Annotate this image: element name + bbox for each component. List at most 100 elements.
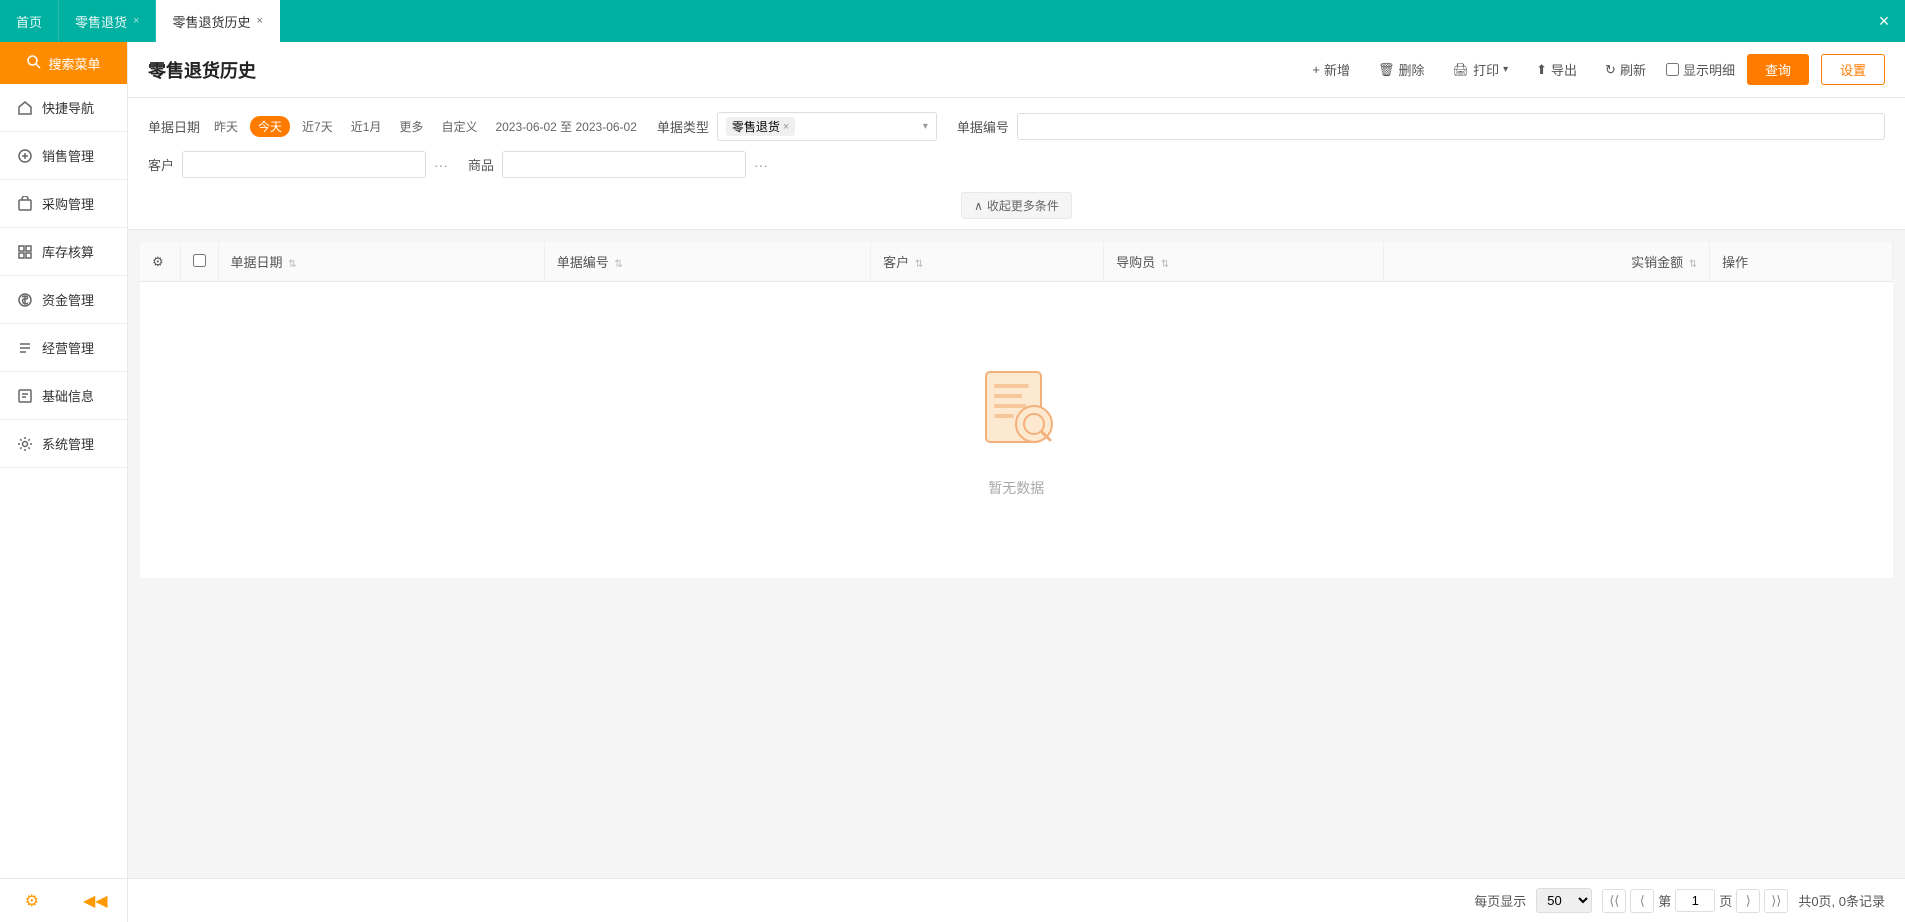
first-page-button[interactable]: ⟨⟨ <box>1602 889 1626 913</box>
last-page-button[interactable]: ⟩⟩ <box>1764 889 1788 913</box>
doc-no-input[interactable] <box>1017 113 1885 140</box>
page-header: 零售退货历史 + 新增 🗑 删除 🖨 打印 ▾ ⬆ 导出 <box>128 42 1905 98</box>
tab-retail-return-history[interactable]: 零售退货历史 × <box>156 0 279 42</box>
date-btn-today[interactable]: 今天 <box>250 116 290 137</box>
per-page-select[interactable]: 50 10 20 100 <box>1536 888 1592 913</box>
table-area: ⚙ 单据日期 ⇅ 单据编号 ⇅ <box>128 230 1905 878</box>
sidebar-item-operations-label: 经营管理 <box>42 338 94 357</box>
th-guide-label: 导购员 <box>1116 255 1155 270</box>
sidebar-item-system-mgmt[interactable]: 系统管理 <box>0 420 127 468</box>
collapse-label: 收起更多条件 <box>987 197 1059 214</box>
filter-area: 单据日期 昨天 今天 近7天 近1月 更多 自定义 2023-06-02 至 2… <box>128 98 1905 230</box>
th-date[interactable]: 单据日期 ⇅ <box>218 242 544 282</box>
sidebar-item-quick-nav-label: 快捷导航 <box>42 98 94 117</box>
sound-icon: ◀◀ <box>83 891 108 911</box>
window-close-button[interactable]: × <box>1863 0 1905 42</box>
page-nav: ⟨⟨ ⟨ 第 页 ⟩ ⟩⟩ <box>1602 889 1788 913</box>
show-detail-label: 显示明细 <box>1683 60 1735 79</box>
sidebar-search[interactable]: 搜索菜单 <box>0 42 127 84</box>
th-date-sort-icon: ⇅ <box>288 259 296 270</box>
close-retail-return-icon[interactable]: × <box>133 15 139 27</box>
page-title: 零售退货历史 <box>148 57 256 83</box>
empty-text: 暂无数据 <box>988 478 1044 498</box>
show-detail-input[interactable] <box>1666 63 1679 76</box>
purchase-icon <box>16 195 34 213</box>
sidebar-footer: ⚙ ◀◀ <box>0 878 127 922</box>
date-btn-1month[interactable]: 近1月 <box>345 116 388 137</box>
th-amount[interactable]: 实销金额 ⇅ <box>1383 242 1709 282</box>
doc-no-label: 单据编号 <box>957 117 1009 136</box>
per-page-label: 每页显示 <box>1474 891 1526 910</box>
refresh-button[interactable]: ↻ 刷新 <box>1597 56 1654 83</box>
doc-type-tag-remove[interactable]: × <box>783 121 789 133</box>
goods-input[interactable] <box>502 151 746 178</box>
page-input[interactable] <box>1675 889 1715 912</box>
sidebar-item-capital-label: 资金管理 <box>42 290 94 309</box>
table-header: ⚙ 单据日期 ⇅ 单据编号 ⇅ <box>140 242 1893 282</box>
tab-retail-return[interactable]: 零售退货 × <box>59 0 156 42</box>
filter-row-2: 客户 ··· 商品 ··· <box>148 151 1885 178</box>
date-btn-custom[interactable]: 自定义 <box>435 116 483 137</box>
query-button[interactable]: 查询 <box>1747 54 1809 85</box>
tab-home-label: 首页 <box>16 12 42 31</box>
sidebar-item-purchase-mgmt[interactable]: 采购管理 <box>0 180 127 228</box>
customer-label: 客户 <box>148 155 174 174</box>
doc-type-select[interactable]: 零售退货 × ▾ <box>717 112 937 141</box>
doc-type-tag-label: 零售退货 <box>732 118 780 135</box>
goods-more-icon[interactable]: ··· <box>754 157 768 173</box>
date-btn-yesterday[interactable]: 昨天 <box>208 116 244 137</box>
th-guide[interactable]: 导购员 ⇅ <box>1104 242 1384 282</box>
page-unit: 页 <box>1719 891 1732 910</box>
new-button[interactable]: + 新增 <box>1304 56 1358 83</box>
table-settings-icon[interactable]: ⚙ <box>152 254 164 269</box>
customer-more-icon[interactable]: ··· <box>434 157 448 173</box>
close-retail-return-history-icon[interactable]: × <box>256 15 262 27</box>
th-amount-sort-icon: ⇅ <box>1689 259 1697 270</box>
print-chevron-icon: ▾ <box>1503 64 1508 75</box>
th-settings[interactable]: ⚙ <box>140 242 180 282</box>
sidebar-item-capital[interactable]: 资金管理 <box>0 276 127 324</box>
page-label: 第 <box>1658 891 1671 910</box>
filter-customer: 客户 ··· <box>148 151 448 178</box>
th-checkbox[interactable] <box>180 242 218 282</box>
th-date-label: 单据日期 <box>231 255 283 270</box>
sidebar-item-basic-info[interactable]: 基础信息 <box>0 372 127 420</box>
th-customer[interactable]: 客户 ⇅ <box>871 242 1104 282</box>
search-icon <box>26 54 42 73</box>
date-btn-7days[interactable]: 近7天 <box>296 116 339 137</box>
settings-button[interactable]: ⚙ <box>17 886 47 916</box>
doc-type-label: 单据类型 <box>657 117 709 136</box>
tab-home[interactable]: 首页 <box>0 0 59 42</box>
pagination: 每页显示 50 10 20 100 ⟨⟨ ⟨ 第 页 ⟩ ⟩⟩ 共0页, 0条记… <box>128 878 1905 922</box>
collapse-button[interactable]: ∧ 收起更多条件 <box>961 192 1072 219</box>
customer-input[interactable] <box>182 151 426 178</box>
refresh-label: 刷新 <box>1620 60 1646 79</box>
export-label: 导出 <box>1551 60 1577 79</box>
goods-label: 商品 <box>468 155 494 174</box>
sidebar-item-sales-mgmt[interactable]: 销售管理 <box>0 132 127 180</box>
sidebar-item-quick-nav[interactable]: 快捷导航 <box>0 84 127 132</box>
print-button[interactable]: 🖨 打印 ▾ <box>1445 56 1517 83</box>
date-btn-more[interactable]: 更多 <box>393 116 429 137</box>
th-doc-no[interactable]: 单据编号 ⇅ <box>544 242 870 282</box>
th-action: 操作 <box>1710 242 1893 282</box>
delete-button[interactable]: 🗑 删除 <box>1370 56 1433 83</box>
th-action-label: 操作 <box>1722 255 1748 270</box>
show-detail-checkbox[interactable]: 显示明细 <box>1666 60 1735 79</box>
select-all-checkbox[interactable] <box>193 254 206 267</box>
sidebar-item-operations[interactable]: 经营管理 <box>0 324 127 372</box>
sidebar-item-inventory[interactable]: 库存核算 <box>0 228 127 276</box>
setting-button[interactable]: 设置 <box>1821 54 1885 85</box>
th-customer-sort-icon: ⇅ <box>915 259 923 270</box>
filter-goods: 商品 ··· <box>468 151 768 178</box>
main-layout: 搜索菜单 快捷导航 销售管理 <box>0 42 1905 922</box>
date-range-value: 2023-06-02 至 2023-06-02 <box>495 118 636 135</box>
sound-button[interactable]: ◀◀ <box>80 886 110 916</box>
export-button[interactable]: ⬆ 导出 <box>1528 56 1585 83</box>
tab-retail-return-history-label: 零售退货历史 <box>172 12 250 31</box>
next-page-button[interactable]: ⟩ <box>1736 889 1760 913</box>
prev-page-button[interactable]: ⟨ <box>1630 889 1654 913</box>
toolbar: + 新增 🗑 删除 🖨 打印 ▾ ⬆ 导出 ↻ 刷新 <box>1304 54 1885 85</box>
doc-type-tag: 零售退货 × <box>726 117 795 136</box>
filter-doc-type: 单据类型 零售退货 × ▾ <box>657 112 937 141</box>
